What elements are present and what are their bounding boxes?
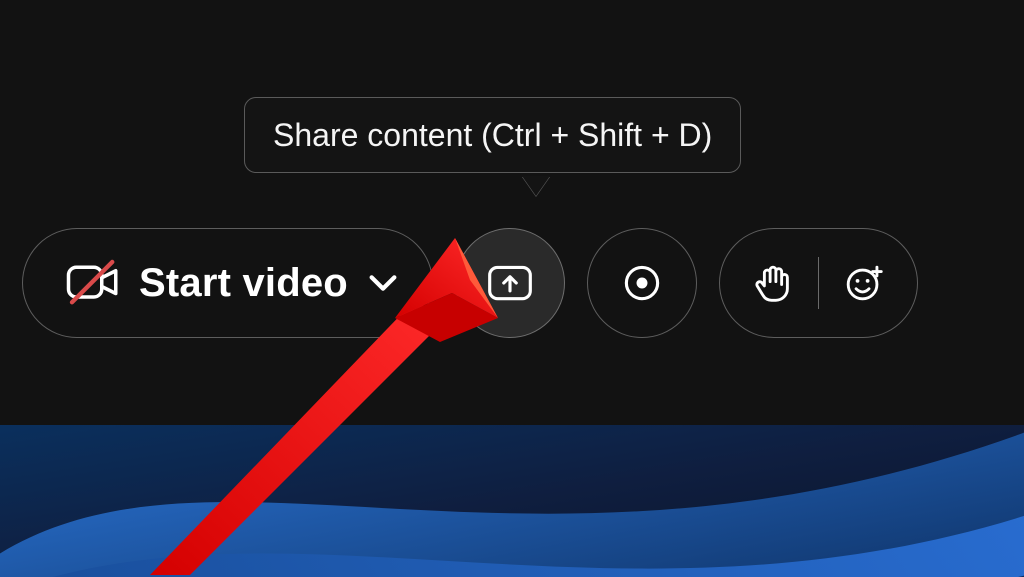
separator — [818, 257, 820, 309]
reactions-group — [719, 228, 919, 338]
chevron-down-icon[interactable] — [366, 266, 400, 300]
desktop-wallpaper — [0, 425, 1024, 577]
camera-off-icon — [65, 257, 121, 309]
tooltip-text: Share content (Ctrl + Shift + D) — [273, 117, 712, 153]
record-icon — [617, 258, 667, 308]
start-video-button[interactable]: Start video — [22, 228, 433, 338]
tooltip-share-content: Share content (Ctrl + Shift + D) — [244, 97, 741, 173]
share-content-icon — [485, 261, 535, 305]
tooltip-arrow — [522, 176, 550, 196]
share-content-button[interactable] — [455, 228, 565, 338]
meeting-toolbar: Start video — [22, 223, 1024, 343]
app-toolbar-area — [0, 0, 1024, 425]
reactions-button[interactable] — [841, 260, 887, 306]
raise-hand-button[interactable] — [750, 260, 796, 306]
record-button[interactable] — [587, 228, 697, 338]
start-video-label: Start video — [139, 261, 348, 306]
